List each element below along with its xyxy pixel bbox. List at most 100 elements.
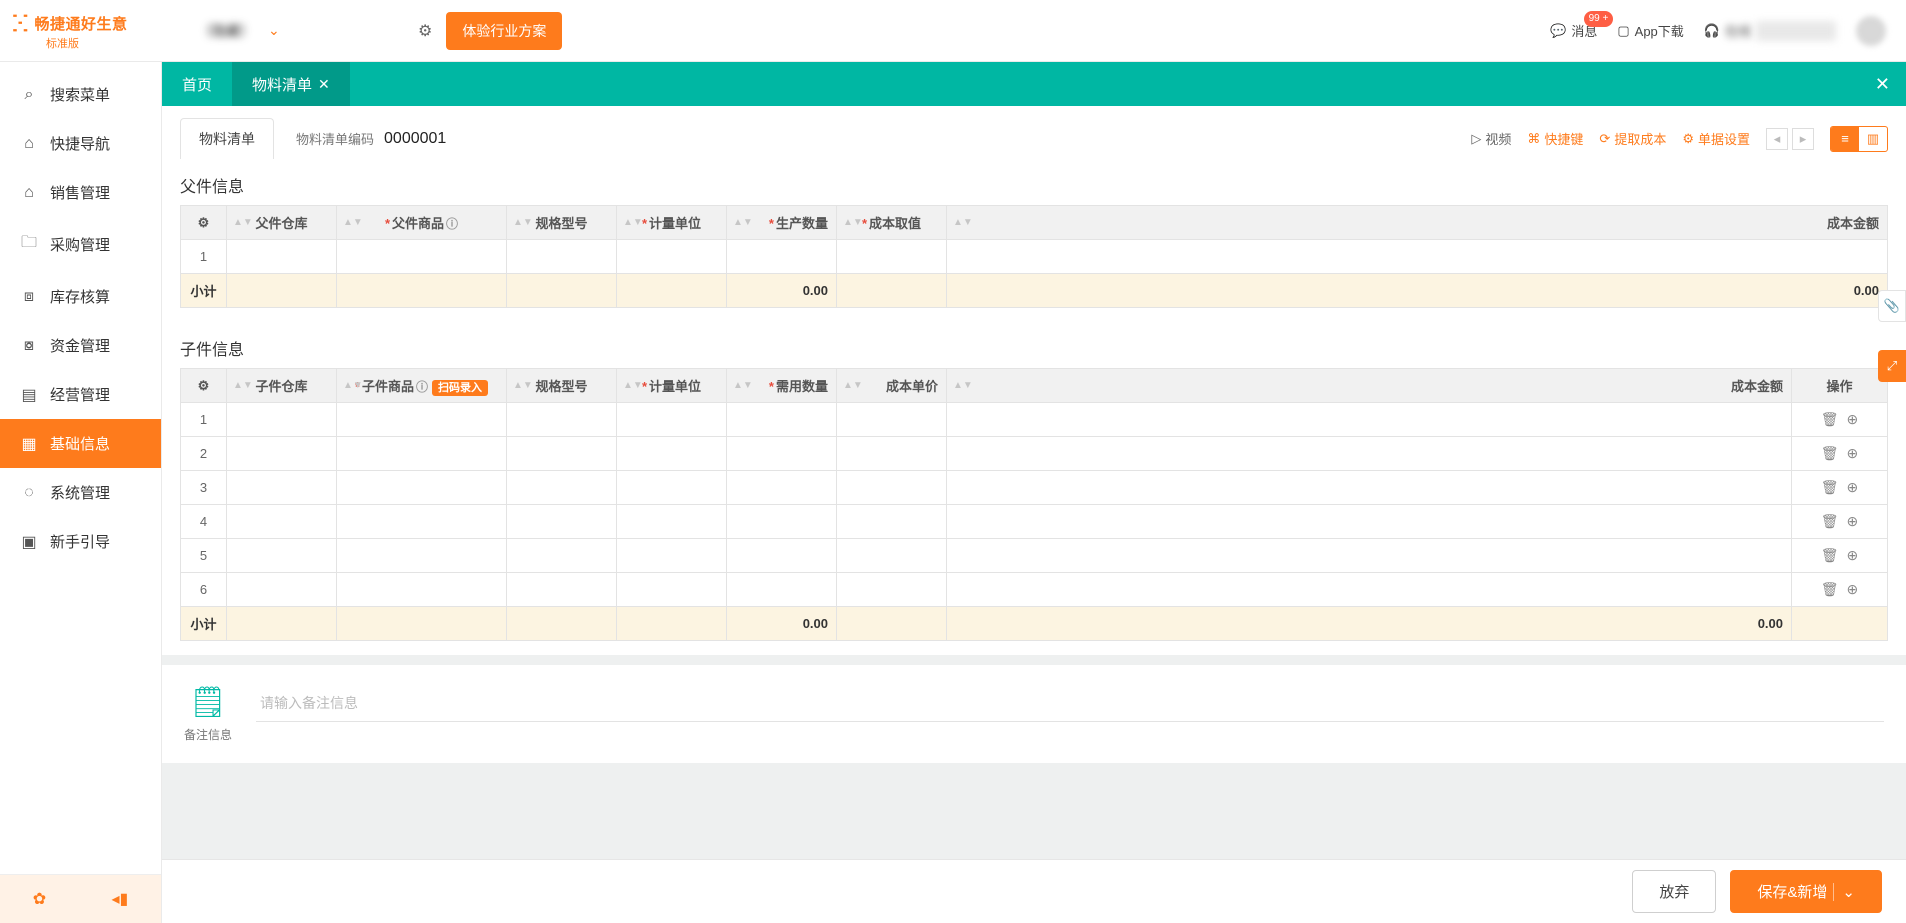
- parent-col-spec[interactable]: ▲▼规格型号: [507, 206, 617, 240]
- page-actions: ▷ 视频 ⌘ 快捷键 ⟳ 提取成本 ⚙ 单据设置: [1471, 126, 1888, 152]
- table-row[interactable]: 3🗑⊕: [181, 471, 1888, 505]
- delete-row-icon[interactable]: 🗑: [1821, 479, 1839, 495]
- attachment-floater[interactable]: 📎: [1878, 290, 1906, 322]
- delete-row-icon[interactable]: 🗑: [1821, 513, 1839, 529]
- note-icon: 🗒: [189, 685, 227, 720]
- sidebar-settings-icon[interactable]: ✿: [33, 889, 46, 909]
- child-col-costamt[interactable]: ▲▼成本金额: [947, 369, 1792, 403]
- sidebar-item-icon: ⌂: [20, 135, 38, 153]
- tabstrip: 首页物料清单✕ ✕: [162, 62, 1906, 106]
- save-and-new-button[interactable]: 保存&新增 ⌄: [1730, 870, 1882, 913]
- video-link[interactable]: ▷ 视频: [1471, 129, 1511, 148]
- doc-setting-link[interactable]: ⚙ 单据设置: [1682, 129, 1750, 148]
- table-row[interactable]: 6🗑⊕: [181, 573, 1888, 607]
- add-row-icon[interactable]: ⊕: [1847, 445, 1859, 461]
- sidebar-item-3[interactable]: 🗀采购管理: [0, 217, 161, 272]
- app-download-label: App下载: [1635, 21, 1684, 40]
- sidebar-collapse-icon[interactable]: ◂▮: [111, 889, 128, 909]
- sidebar-item-7[interactable]: ▦基础信息: [0, 419, 161, 468]
- page-nav: ◂ ▸: [1766, 128, 1814, 150]
- add-row-icon[interactable]: ⊕: [1847, 479, 1859, 495]
- trial-industry-button[interactable]: 体验行业方案: [446, 12, 562, 50]
- parent-col-qty[interactable]: ▲▼*生产数量: [727, 206, 837, 240]
- org-name: （隐藏）: [198, 21, 254, 41]
- child-col-gear[interactable]: ⚙: [181, 369, 227, 403]
- child-col-unitcost[interactable]: ▲▼成本单价: [837, 369, 947, 403]
- sidebar-item-icon: ▤: [20, 385, 38, 405]
- view-list-button[interactable]: ≡: [1831, 127, 1859, 151]
- parent-col-costmode[interactable]: ▲▼*成本取值: [837, 206, 947, 240]
- parent-section-title: 父件信息: [162, 159, 1906, 205]
- sidebar-item-6[interactable]: ▤经营管理: [0, 370, 161, 419]
- remark-label: 备注信息: [184, 726, 232, 743]
- parent-col-product[interactable]: ▲▼*父件商品ⓘ: [337, 206, 507, 240]
- sidebar: ⌕搜索菜单⌂快捷导航⌂销售管理🗀采购管理⧈库存核算⧇资金管理▤经营管理▦基础信息…: [0, 62, 162, 923]
- sidebar-item-4[interactable]: ⧈库存核算: [0, 272, 161, 321]
- remark-input[interactable]: [256, 685, 1884, 722]
- table-row[interactable]: 1🗑⊕: [181, 403, 1888, 437]
- sidebar-item-icon: ▣: [20, 532, 38, 552]
- help-icon[interactable]: ⓘ: [446, 217, 458, 231]
- sidebar-item-9[interactable]: ▣新手引导: [0, 517, 161, 566]
- delete-row-icon[interactable]: 🗑: [1821, 547, 1839, 563]
- sidebar-item-0[interactable]: ⌕搜索菜单: [0, 70, 161, 119]
- child-col-warehouse[interactable]: ▲▼子件仓库: [227, 369, 337, 403]
- tab-1[interactable]: 物料清单✕: [232, 62, 350, 106]
- child-col-product[interactable]: ▲▼*子件商品ⓘ扫码录入: [337, 369, 507, 403]
- table-row[interactable]: 1: [181, 240, 1888, 274]
- org-settings-icon[interactable]: ⚙: [418, 21, 432, 41]
- app-download-link[interactable]: ▢ App下载: [1617, 21, 1683, 40]
- sidebar-footer: ✿ ◂▮: [0, 874, 161, 923]
- parent-col-gear[interactable]: ⚙: [181, 206, 227, 240]
- next-doc-button[interactable]: ▸: [1792, 128, 1814, 150]
- table-row[interactable]: 4🗑⊕: [181, 505, 1888, 539]
- page-inner-tab[interactable]: 物料清单: [180, 118, 274, 159]
- headset-icon: 🎧: [1704, 23, 1720, 39]
- tab-0[interactable]: 首页: [162, 62, 232, 106]
- parent-col-costamt[interactable]: ▲▼成本金额: [947, 206, 1888, 240]
- add-row-icon[interactable]: ⊕: [1847, 547, 1859, 563]
- view-card-button[interactable]: ▥: [1859, 127, 1887, 151]
- gear-icon: ⚙: [1682, 131, 1694, 147]
- sidebar-item-2[interactable]: ⌂销售管理: [0, 168, 161, 217]
- child-col-qty[interactable]: ▲▼*需用数量: [727, 369, 837, 403]
- messages-badge: 99 +: [1584, 11, 1614, 27]
- org-selector[interactable]: （隐藏） ⌄: [198, 21, 418, 41]
- code-label: 物料清单编码: [296, 129, 374, 148]
- sidebar-item-5[interactable]: ⧇资金管理: [0, 321, 161, 370]
- table-row[interactable]: 5🗑⊕: [181, 539, 1888, 573]
- add-row-icon[interactable]: ⊕: [1847, 581, 1859, 597]
- scan-entry-tag[interactable]: 扫码录入: [432, 380, 488, 396]
- delete-row-icon[interactable]: 🗑: [1821, 581, 1839, 597]
- sidebar-item-1[interactable]: ⌂快捷导航: [0, 119, 161, 168]
- messages-link[interactable]: 💬 消息 99 +: [1550, 21, 1597, 40]
- table-row[interactable]: 2🗑⊕: [181, 437, 1888, 471]
- sidebar-item-icon: 🗀: [20, 231, 38, 258]
- child-col-op: 操作: [1792, 369, 1888, 403]
- delete-row-icon[interactable]: 🗑: [1821, 411, 1839, 427]
- tabstrip-close-all[interactable]: ✕: [1859, 62, 1906, 106]
- extract-cost-link[interactable]: ⟳ 提取成本: [1599, 129, 1666, 148]
- online-status[interactable]: 🎧 在线: [1704, 21, 1836, 41]
- parent-col-uom[interactable]: ▲▼*计量单位: [617, 206, 727, 240]
- sidebar-item-label: 基础信息: [50, 433, 110, 454]
- shortcut-link[interactable]: ⌘ 快捷键: [1527, 129, 1583, 148]
- parent-grid-wrap: ⚙ ▲▼父件仓库 ▲▼*父件商品ⓘ ▲▼规格型号 ▲▼*计量单位 ▲▼*生产数量…: [162, 205, 1906, 322]
- prev-doc-button[interactable]: ◂: [1766, 128, 1788, 150]
- expand-floater[interactable]: ⤢: [1878, 350, 1906, 382]
- child-col-uom[interactable]: ▲▼*计量单位: [617, 369, 727, 403]
- child-subtotal-row: 小计0.000.00: [181, 607, 1888, 641]
- page-scroll[interactable]: 物料清单 物料清单编码 0000001 ▷ 视频 ⌘ 快捷键 ⟳: [162, 106, 1906, 923]
- add-row-icon[interactable]: ⊕: [1847, 411, 1859, 427]
- sidebar-item-icon: ◌: [20, 484, 38, 502]
- help-icon[interactable]: ⓘ: [416, 380, 428, 394]
- extract-icon: ⟳: [1599, 131, 1610, 147]
- parent-col-warehouse[interactable]: ▲▼父件仓库: [227, 206, 337, 240]
- close-icon[interactable]: ✕: [318, 76, 330, 93]
- sidebar-item-8[interactable]: ◌系统管理: [0, 468, 161, 517]
- add-row-icon[interactable]: ⊕: [1847, 513, 1859, 529]
- child-col-spec[interactable]: ▲▼规格型号: [507, 369, 617, 403]
- delete-row-icon[interactable]: 🗑: [1821, 445, 1839, 461]
- avatar[interactable]: [1856, 16, 1886, 46]
- discard-button[interactable]: 放弃: [1632, 870, 1716, 913]
